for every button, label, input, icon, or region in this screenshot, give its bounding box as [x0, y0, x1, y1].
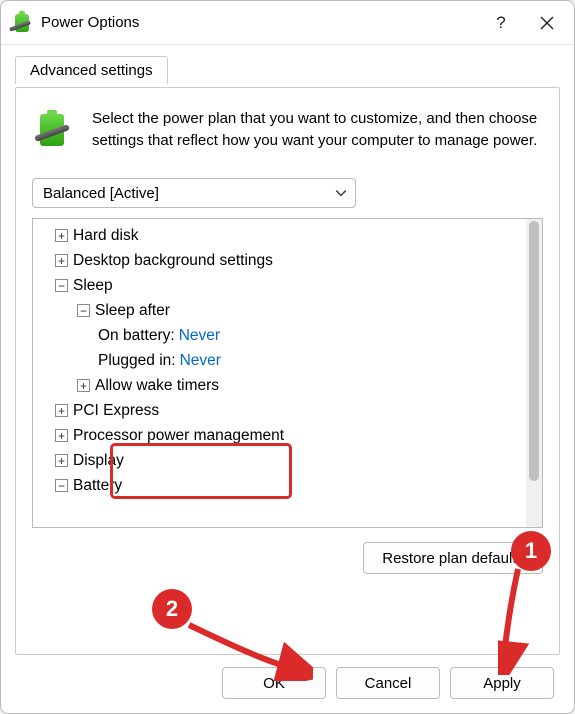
tree-label: Processor power management — [73, 427, 284, 445]
tree-node-allow-wake[interactable]: + Allow wake timers — [35, 373, 524, 398]
tree-node-sleep-after[interactable]: − Sleep after — [35, 298, 524, 323]
tab-advanced-settings[interactable]: Advanced settings — [15, 56, 168, 84]
tree-node-display[interactable]: + Display — [35, 448, 524, 473]
tree-label: Sleep — [73, 277, 113, 295]
scrollbar-thumb[interactable] — [529, 221, 539, 481]
chevron-down-icon — [335, 187, 347, 199]
tree-label: PCI Express — [73, 402, 159, 420]
tree-label: Display — [73, 452, 124, 470]
titlebar: Power Options ? — [1, 1, 574, 45]
app-icon — [11, 12, 33, 34]
tree-node-sleep[interactable]: − Sleep — [35, 273, 524, 298]
setting-value[interactable]: Never — [180, 352, 221, 370]
collapse-icon[interactable]: − — [77, 304, 90, 317]
expand-icon[interactable]: + — [55, 254, 68, 267]
expand-icon[interactable]: + — [55, 404, 68, 417]
tree-label: Battery — [73, 477, 122, 495]
expand-icon[interactable]: + — [55, 454, 68, 467]
setting-label: On battery: — [98, 327, 175, 345]
expand-icon[interactable]: + — [55, 429, 68, 442]
tree-label: Allow wake timers — [95, 377, 219, 395]
annotation-callout-2: 2 — [152, 589, 192, 629]
power-plan-select[interactable]: Balanced [Active] — [32, 178, 356, 208]
tree-node-battery[interactable]: − Battery — [35, 473, 524, 498]
tree-label: Sleep after — [95, 302, 170, 320]
expand-icon[interactable]: + — [77, 379, 90, 392]
dialog-button-row: OK Cancel Apply — [1, 667, 574, 714]
tabstrip: Advanced settings — [15, 55, 574, 87]
tree-node-on-battery[interactable]: On battery: Never — [35, 323, 524, 348]
close-button[interactable] — [524, 1, 570, 45]
tree-node-pci[interactable]: + PCI Express — [35, 398, 524, 423]
power-icon — [34, 108, 78, 152]
help-button[interactable]: ? — [478, 1, 524, 45]
power-options-dialog: Power Options ? Advanced settings Select… — [0, 0, 575, 714]
collapse-icon[interactable]: − — [55, 479, 68, 492]
intro-block: Select the power plan that you want to c… — [32, 108, 543, 152]
settings-tree[interactable]: + Hard disk + Desktop background setting… — [33, 219, 526, 527]
window-title: Power Options — [41, 14, 478, 31]
tree-node-ppm[interactable]: + Processor power management — [35, 423, 524, 448]
settings-tree-container: + Hard disk + Desktop background setting… — [32, 218, 543, 528]
tree-node-hard-disk[interactable]: + Hard disk — [35, 223, 524, 248]
expand-icon[interactable]: + — [55, 229, 68, 242]
tree-scrollbar[interactable] — [526, 219, 542, 527]
tree-node-desktop-bg[interactable]: + Desktop background settings — [35, 248, 524, 273]
intro-text: Select the power plan that you want to c… — [92, 108, 543, 152]
tab-panel: Select the power plan that you want to c… — [15, 87, 560, 655]
apply-button[interactable]: Apply — [450, 667, 554, 699]
ok-button[interactable]: OK — [222, 667, 326, 699]
plan-select-value: Balanced [Active] — [43, 185, 159, 202]
setting-label: Plugged in: — [98, 352, 176, 370]
close-icon — [540, 16, 554, 30]
tree-label: Desktop background settings — [73, 252, 273, 270]
setting-value[interactable]: Never — [179, 327, 220, 345]
collapse-icon[interactable]: − — [55, 279, 68, 292]
tree-label: Hard disk — [73, 227, 138, 245]
annotation-callout-1: 1 — [511, 531, 551, 571]
tree-node-plugged-in[interactable]: Plugged in: Never — [35, 348, 524, 373]
cancel-button[interactable]: Cancel — [336, 667, 440, 699]
